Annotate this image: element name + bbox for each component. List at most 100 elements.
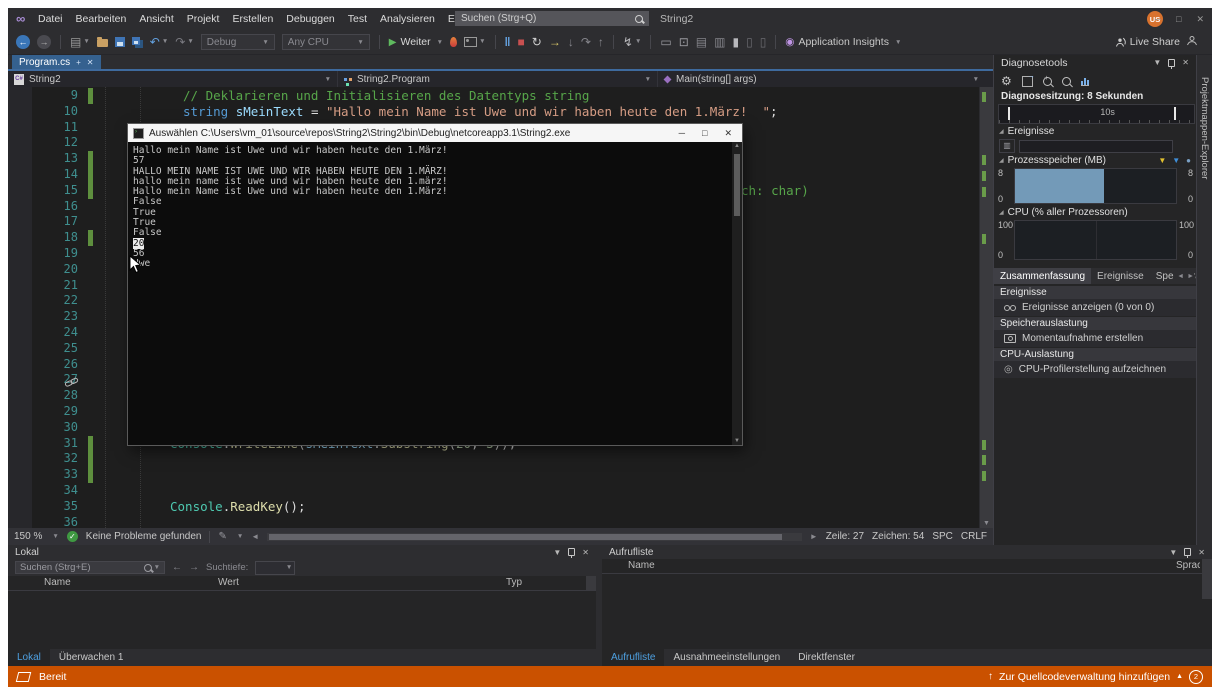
tab-direktfenster[interactable]: Direktfenster: [789, 649, 864, 666]
pin-tab-icon[interactable]: +: [76, 58, 81, 67]
scroll-left-icon[interactable]: ◄: [251, 532, 259, 541]
section-action-momentaufnahme-erstellen[interactable]: Momentaufnahme erstellen: [994, 330, 1196, 347]
pin-icon[interactable]: [1184, 548, 1192, 558]
continue-button[interactable]: ▶ Weiter ▼: [389, 36, 443, 48]
chevron-down-icon[interactable]: ▼: [895, 39, 901, 46]
platform-combo[interactable]: Any CPU ▼: [281, 34, 370, 50]
task-list-icon[interactable]: ▤ ▼: [70, 36, 90, 48]
code-cleanup-icon[interactable]: [218, 531, 226, 542]
tab-berwachen-1[interactable]: Überwachen 1: [50, 649, 132, 666]
close-icon[interactable]: ✕: [1182, 58, 1189, 67]
console-minimize-button[interactable]: ─: [679, 128, 685, 139]
breakpoint-margin[interactable]: [8, 71, 32, 528]
breadcrumb-class[interactable]: String2.Program ▼: [338, 71, 658, 87]
tab-aufrufliste[interactable]: Aufrufliste: [602, 649, 665, 666]
locals-scrollbar[interactable]: [586, 576, 596, 590]
diag-tab-zusammenfassung[interactable]: Zusammenfassung: [994, 268, 1092, 284]
editor-vertical-scrollbar[interactable]: ▲ ▼: [979, 71, 993, 528]
search-depth-combo[interactable]: ▼: [255, 560, 296, 575]
feedback-button[interactable]: [1186, 35, 1198, 49]
chevron-down-icon[interactable]: ▼: [187, 38, 193, 46]
chevron-down-icon[interactable]: ▼: [325, 76, 331, 83]
menu-item-test[interactable]: Test: [348, 13, 367, 25]
export-icon[interactable]: [1021, 73, 1035, 87]
timeline-marker[interactable]: [1174, 107, 1176, 120]
show-next-statement-icon[interactable]: →: [549, 36, 561, 48]
spaces-indicator[interactable]: SPC: [932, 531, 953, 542]
problems-status[interactable]: Keine Probleme gefunden: [86, 531, 202, 542]
zoom-level[interactable]: 150 %: [14, 531, 42, 542]
callstack-scrollbar[interactable]: [1202, 559, 1212, 599]
next-result-icon[interactable]: →: [189, 562, 199, 573]
column-header-wert[interactable]: Wert: [218, 577, 239, 588]
console-titlebar[interactable]: Auswählen C:\Users\vm_01\source\repos\St…: [128, 124, 742, 142]
locals-titlebar[interactable]: Lokal ▼ ✕: [8, 545, 596, 559]
save-icon[interactable]: [114, 37, 125, 47]
close-icon[interactable]: ✕: [582, 548, 589, 557]
scroll-left-icon[interactable]: ◄: [1177, 273, 1184, 280]
chart-icon[interactable]: [1080, 76, 1089, 86]
scroll-down-icon[interactable]: ▼: [980, 520, 993, 527]
scroll-up-icon[interactable]: ▲: [732, 143, 742, 149]
diag-tab-ereignisse[interactable]: Ereignisse: [1091, 268, 1150, 284]
breadcrumb-project[interactable]: C# String2 ▼: [8, 71, 338, 87]
redo-icon[interactable]: ↷ ▼: [175, 36, 194, 48]
chevron-down-icon[interactable]: ▼: [553, 548, 561, 557]
apply-code-changes-icon[interactable]: ↯ ▼: [623, 36, 642, 48]
chevron-down-icon[interactable]: ▼: [635, 38, 641, 46]
chevron-down-icon[interactable]: ▼: [1169, 548, 1177, 557]
console-close-button[interactable]: ✕: [724, 128, 732, 139]
menu-item-ansicht[interactable]: Ansicht: [139, 13, 173, 25]
marker-icon[interactable]: ▼: [1172, 156, 1180, 165]
undo-icon[interactable]: ↶ ▼: [150, 36, 169, 48]
chevron-down-icon[interactable]: ▼: [52, 533, 58, 540]
chevron-down-icon[interactable]: ▼: [262, 39, 268, 46]
find-in-files-icon[interactable]: ▭: [660, 36, 671, 48]
tab-program-cs[interactable]: Program.cs + ✕: [12, 55, 101, 69]
memory-expander[interactable]: ◢ Prozessspeicher (MB) ▼ ▼ ●: [994, 155, 1196, 166]
chevron-down-icon[interactable]: ▼: [162, 38, 168, 46]
chevron-up-icon[interactable]: ▲: [1176, 673, 1183, 680]
column-header-name[interactable]: Name: [44, 577, 71, 588]
snapshot-icon[interactable]: ▼: [464, 37, 486, 47]
console-scrollbar[interactable]: ▲ ▼: [732, 142, 742, 445]
breadcrumb-method[interactable]: Main(string[] args) ▼: [658, 71, 985, 87]
column-header-name[interactable]: Name: [628, 560, 655, 571]
next-bookmark-icon[interactable]: ▯: [760, 36, 767, 48]
chevron-down-icon[interactable]: ▼: [645, 76, 651, 83]
events-filter-input[interactable]: [1019, 139, 1173, 153]
prev-bookmark-icon[interactable]: ▯: [746, 36, 753, 48]
menu-item-bearbeiten[interactable]: Bearbeiten: [76, 13, 127, 25]
tab-ausnahmeeinstellungen[interactable]: Ausnahmeeinstellungen: [664, 649, 789, 666]
console-output[interactable]: Hallo mein Name ist Uwe und wir haben he…: [128, 142, 742, 445]
configuration-combo[interactable]: Debug ▼: [200, 34, 275, 50]
comment-icon[interactable]: ▤: [696, 36, 707, 48]
pin-icon[interactable]: [568, 548, 576, 558]
settings-gear-icon[interactable]: ⚙: [1001, 74, 1012, 88]
pin-icon[interactable]: [1168, 58, 1176, 69]
zoom-out-icon[interactable]: [1061, 75, 1071, 86]
quick-search-box[interactable]: Suchen (Strg+Q): [455, 11, 649, 26]
menu-item-projekt[interactable]: Projekt: [187, 13, 220, 25]
events-expander[interactable]: ◢ Ereignisse: [994, 126, 1196, 137]
diagnostics-timeline[interactable]: 10s: [998, 104, 1195, 124]
section-action-cpu-profilerstellung-aufzeichnen[interactable]: ◎ CPU-Profilerstellung aufzeichnen: [994, 361, 1196, 378]
eol-indicator[interactable]: CRLF: [961, 531, 987, 542]
uncomment-icon[interactable]: ▥: [714, 36, 725, 48]
menu-item-debuggen[interactable]: Debuggen: [286, 13, 334, 25]
chevron-down-icon[interactable]: ▼: [973, 76, 979, 83]
hot-reload-icon[interactable]: [450, 37, 458, 47]
close-button[interactable]: ✕: [1196, 14, 1204, 25]
console-maximize-button[interactable]: □: [702, 128, 707, 139]
zoom-in-icon[interactable]: [1042, 75, 1052, 86]
tab-lokal[interactable]: Lokal: [8, 649, 50, 666]
chevron-down-icon[interactable]: ▼: [437, 39, 443, 46]
step-into-icon[interactable]: ↓: [568, 36, 574, 48]
chevron-down-icon[interactable]: ▼: [479, 38, 485, 46]
scroll-down-icon[interactable]: ▼: [732, 438, 742, 444]
cpu-expander[interactable]: ◢ CPU (% aller Prozessoren): [994, 207, 1196, 218]
step-over-icon[interactable]: ↷: [581, 36, 591, 48]
section-action-ereignisse-anzeigen-0-von-0[interactable]: Ereignisse anzeigen (0 von 0): [994, 299, 1196, 316]
close-icon[interactable]: ✕: [1198, 548, 1205, 557]
navigate-symbol-icon[interactable]: ⊡: [679, 36, 689, 48]
